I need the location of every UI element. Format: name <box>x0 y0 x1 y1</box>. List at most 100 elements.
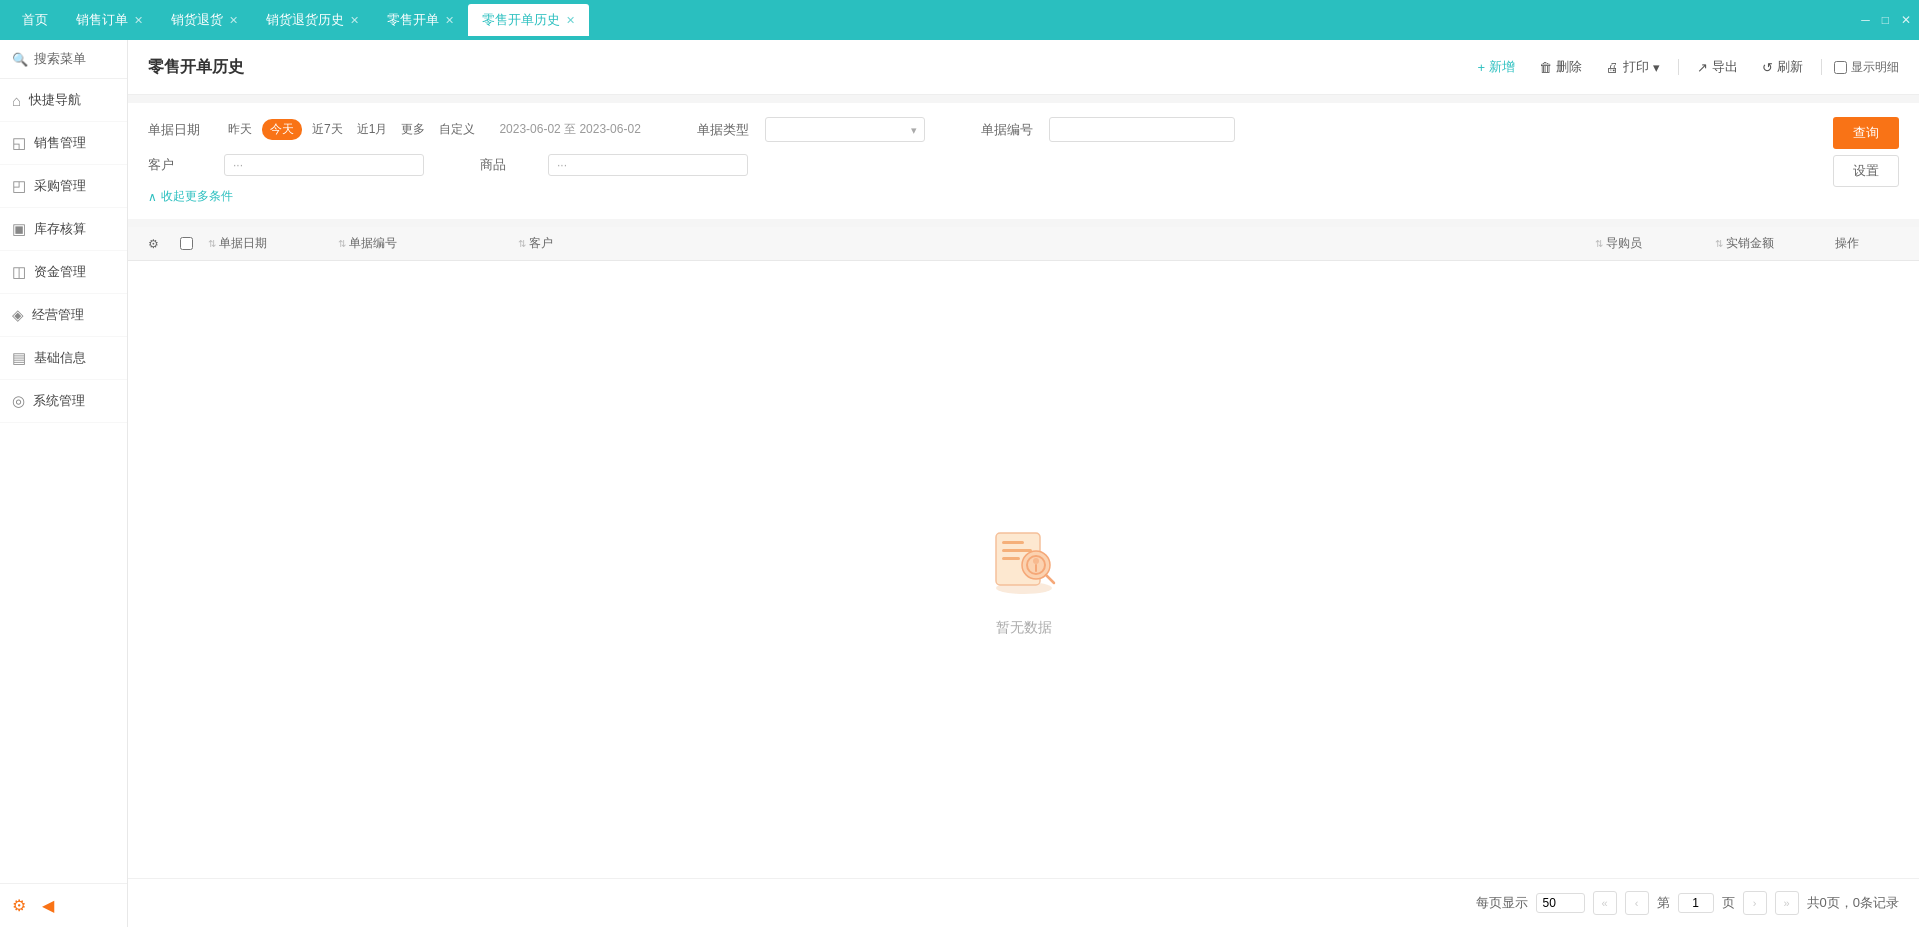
sidebar-search[interactable]: 🔍 搜索菜单 <box>0 40 127 79</box>
page-title: 零售开单历史 <box>148 57 244 92</box>
print-button[interactable]: 🖨 打印 ▾ <box>1600 54 1666 80</box>
doc-num-input[interactable] <box>1049 117 1235 142</box>
tab-retail-history-close[interactable]: ✕ <box>566 14 575 27</box>
date-last-month[interactable]: 近1月 <box>353 119 392 140</box>
sort-icon-amount: ⇅ <box>1715 238 1723 249</box>
last-page-button[interactable]: » <box>1775 891 1799 915</box>
sidebar-item-quick-nav[interactable]: ⌂ 快捷导航 <box>0 79 127 122</box>
filter-area: 单据日期 昨天 今天 近7天 近1月 更多 自定义 2023-06-02 至 2… <box>128 103 1919 219</box>
page-header: 零售开单历史 + 新增 🗑 删除 🖨 打印 ▾ ↗ <box>128 40 1919 95</box>
add-icon: + <box>1477 60 1485 75</box>
per-page-select[interactable]: 50 10 20 100 <box>1536 893 1585 913</box>
toolbar-divider-2 <box>1821 59 1822 75</box>
finance-icon: ◫ <box>12 263 26 281</box>
sidebar-bottom: ⚙ ◀ <box>0 883 127 927</box>
goods-ellipsis: ··· <box>557 158 567 172</box>
refresh-label: 刷新 <box>1777 58 1803 76</box>
filter-settings-button[interactable]: 设置 <box>1833 155 1899 187</box>
sidebar-item-quick-nav-label: 快捷导航 <box>29 91 81 109</box>
main-layout: 🔍 搜索菜单 ⌂ 快捷导航 ◱ 销售管理 ◰ 采购管理 ▣ 库存核算 ◫ 资金管… <box>0 40 1919 927</box>
tab-sales-order[interactable]: 销售订单 ✕ <box>62 4 157 36</box>
svg-point-8 <box>1033 558 1039 564</box>
refresh-icon: ↺ <box>1762 60 1773 75</box>
sidebar-item-finance-label: 资金管理 <box>34 263 86 281</box>
export-button[interactable]: ↗ 导出 <box>1691 54 1744 80</box>
toolbar-divider-1 <box>1678 59 1679 75</box>
svg-rect-3 <box>1002 549 1032 552</box>
show-detail-checkbox[interactable]: 显示明细 <box>1834 59 1899 76</box>
col-checkbox[interactable] <box>172 237 200 250</box>
collapse-filter-btn[interactable]: ∧ 收起更多条件 <box>148 188 1899 205</box>
col-num[interactable]: ⇅ 单据编号 <box>330 235 510 252</box>
page-number-input[interactable] <box>1678 893 1714 913</box>
tab-sales-return-close[interactable]: ✕ <box>229 14 238 27</box>
sidebar-item-operations[interactable]: ◈ 经营管理 <box>0 294 127 337</box>
col-amount[interactable]: ⇅ 实销金额 <box>1707 235 1827 252</box>
toolbar: + 新增 🗑 删除 🖨 打印 ▾ ↗ 导出 ↺ <box>1471 54 1899 94</box>
tab-retail-open-close[interactable]: ✕ <box>445 14 454 27</box>
col-customer[interactable]: ⇅ 客户 <box>510 235 1587 252</box>
sidebar-search-label: 搜索菜单 <box>34 50 86 68</box>
col-guide[interactable]: ⇅ 导购员 <box>1587 235 1707 252</box>
doc-num-group: 单据编号 <box>981 117 1235 142</box>
select-all-checkbox[interactable] <box>180 237 193 250</box>
doc-type-select[interactable] <box>765 117 925 142</box>
window-maximize-icon[interactable]: □ <box>1882 13 1889 27</box>
date-last7[interactable]: 近7天 <box>308 119 347 140</box>
tab-home[interactable]: 首页 <box>8 4 62 36</box>
filter-row-2: 客户 ··· 商品 ··· <box>148 154 1899 176</box>
col-num-label: 单据编号 <box>349 235 397 252</box>
tab-retail-open[interactable]: 零售开单 ✕ <box>373 4 468 36</box>
add-button[interactable]: + 新增 <box>1471 54 1521 80</box>
col-settings[interactable]: ⚙ <box>140 237 172 251</box>
goods-input-wrap[interactable]: ··· <box>548 154 748 176</box>
window-close-icon[interactable]: ✕ <box>1901 13 1911 27</box>
tab-sales-return[interactable]: 销货退货 ✕ <box>157 4 252 36</box>
collapse-sidebar-icon[interactable]: ◀ <box>42 896 54 915</box>
sidebar-item-inventory[interactable]: ▣ 库存核算 <box>0 208 127 251</box>
print-icon: 🖨 <box>1606 60 1619 75</box>
first-page-button[interactable]: « <box>1593 891 1617 915</box>
col-amount-label: 实销金额 <box>1726 235 1774 252</box>
sort-icon-guide: ⇅ <box>1595 238 1603 249</box>
col-guide-label: 导购员 <box>1606 235 1642 252</box>
col-customer-label: 客户 <box>529 235 553 252</box>
date-custom[interactable]: 自定义 <box>435 119 479 140</box>
date-range-display: 2023-06-02 至 2023-06-02 <box>499 121 640 138</box>
sidebar-item-sales-mgmt[interactable]: ◱ 销售管理 <box>0 122 127 165</box>
refresh-button[interactable]: ↺ 刷新 <box>1756 54 1809 80</box>
query-button[interactable]: 查询 <box>1833 117 1899 149</box>
col-date[interactable]: ⇅ 单据日期 <box>200 235 330 252</box>
sidebar-item-system-label: 系统管理 <box>33 392 85 410</box>
sidebar-item-purchase-mgmt[interactable]: ◰ 采购管理 <box>0 165 127 208</box>
system-icon: ◎ <box>12 392 25 410</box>
sidebar-item-finance[interactable]: ◫ 资金管理 <box>0 251 127 294</box>
sidebar-item-basic-info[interactable]: ▤ 基础信息 <box>0 337 127 380</box>
table-header: ⚙ ⇅ 单据日期 ⇅ 单据编号 ⇅ 客户 ⇅ <box>128 227 1919 261</box>
table-settings-icon[interactable]: ⚙ <box>148 237 159 251</box>
top-tabbar: 首页 销售订单 ✕ 销货退货 ✕ 销货退货历史 ✕ 零售开单 ✕ 零售开单历史 … <box>0 0 1919 40</box>
tab-sales-return-history[interactable]: 销货退货历史 ✕ <box>252 4 373 36</box>
show-detail-label: 显示明细 <box>1851 59 1899 76</box>
goods-label: 商品 <box>480 156 540 174</box>
date-shortcut-group: 昨天 今天 近7天 近1月 更多 自定义 <box>224 119 479 140</box>
delete-button[interactable]: 🗑 删除 <box>1533 54 1588 80</box>
show-detail-input[interactable] <box>1834 61 1847 74</box>
goods-group: 商品 ··· <box>480 154 748 176</box>
tab-sales-order-close[interactable]: ✕ <box>134 14 143 27</box>
col-date-label: 单据日期 <box>219 235 267 252</box>
next-page-button[interactable]: › <box>1743 891 1767 915</box>
sidebar-item-system[interactable]: ◎ 系统管理 <box>0 380 127 423</box>
customer-input-wrap[interactable]: ··· <box>224 154 424 176</box>
prev-page-button[interactable]: ‹ <box>1625 891 1649 915</box>
date-yesterday[interactable]: 昨天 <box>224 119 256 140</box>
svg-rect-4 <box>1002 557 1020 560</box>
tab-sales-return-history-close[interactable]: ✕ <box>350 14 359 27</box>
collapse-label: 收起更多条件 <box>161 188 233 205</box>
date-more[interactable]: 更多 <box>397 119 429 140</box>
window-minimize-icon[interactable]: ─ <box>1861 13 1870 27</box>
settings-bottom-icon[interactable]: ⚙ <box>12 896 26 915</box>
tab-retail-history[interactable]: 零售开单历史 ✕ <box>468 4 589 36</box>
date-today[interactable]: 今天 <box>262 119 302 140</box>
col-action: 操作 <box>1827 235 1907 252</box>
